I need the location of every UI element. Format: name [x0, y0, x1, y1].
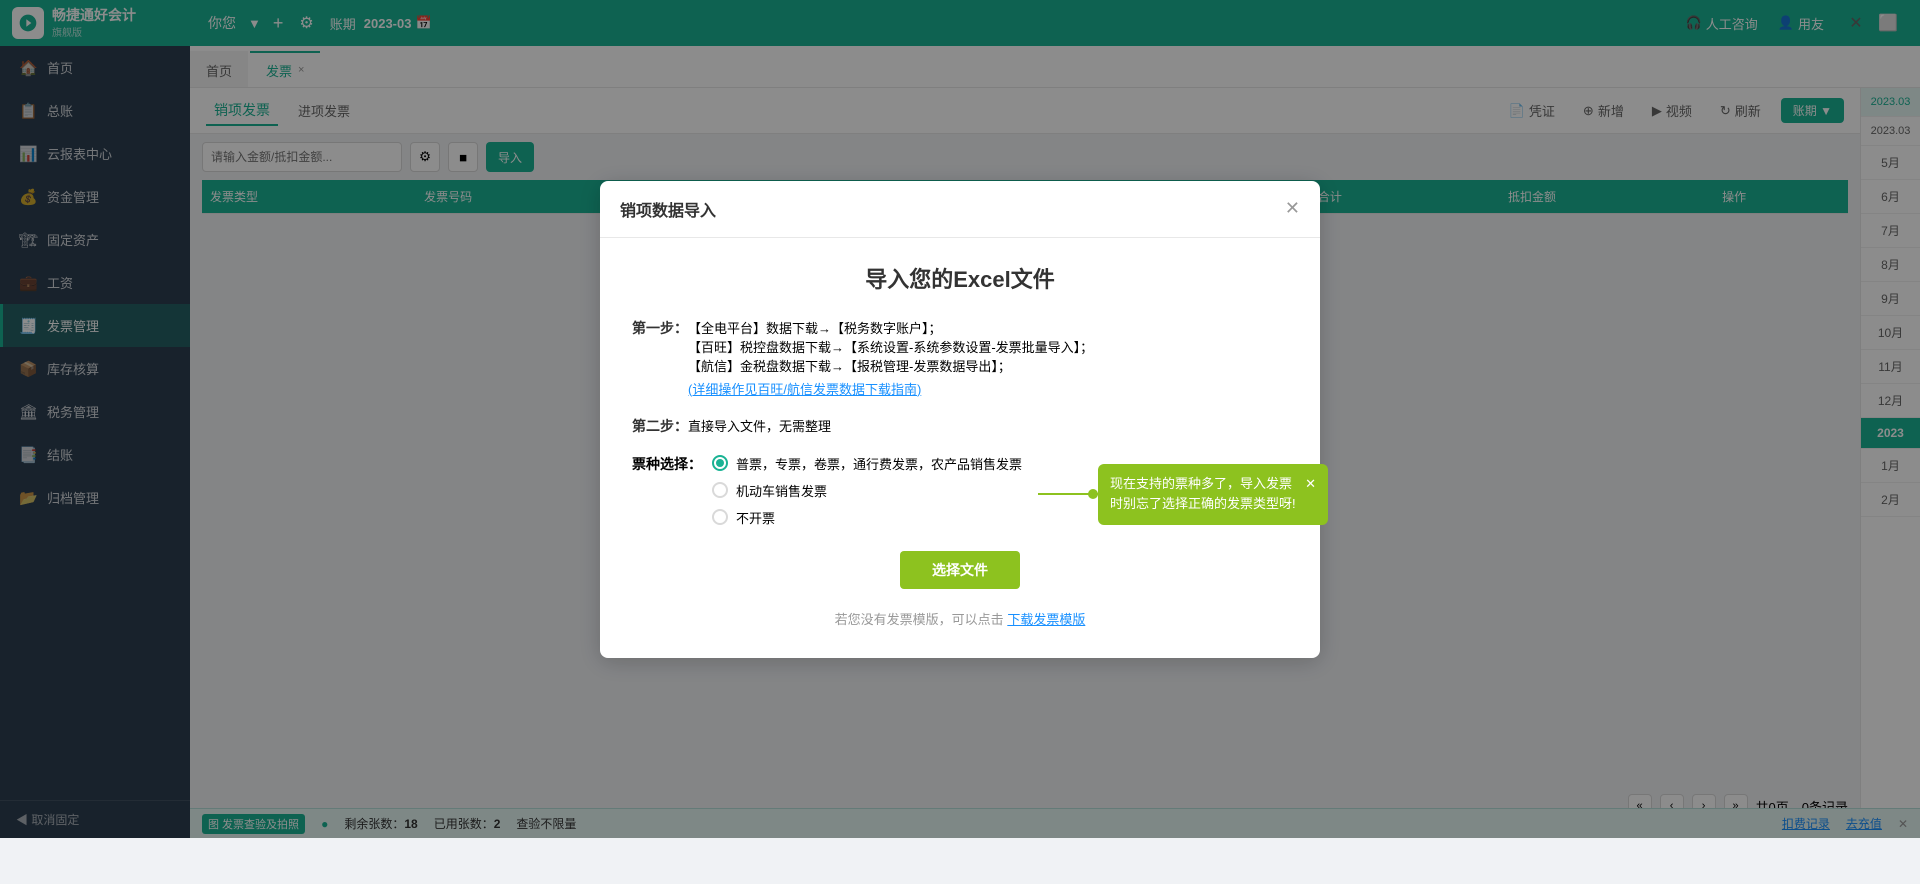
modal-overlay: 销项数据导入 ✕ 导入您的Excel文件 第一步： 【全电平台】数据下载→【税务…	[0, 0, 1920, 838]
modal-main-title: 导入您的Excel文件	[632, 262, 1288, 294]
step1-row: 第一步： 【全电平台】数据下载→【税务数字账户】； 【百旺】税控盘数据下载→【系…	[632, 318, 1288, 398]
tooltip-line	[1038, 493, 1098, 495]
step1-content: 【全电平台】数据下载→【税务数字账户】； 【百旺】税控盘数据下载→【系统设置-系…	[688, 318, 1093, 398]
radio-3-circle	[712, 509, 728, 525]
radio-option-1[interactable]: 普票，专票，卷票，通行费发票，农产品销售发票	[712, 454, 1022, 473]
footer-note-text: 若您没有发票模版，可以点击	[835, 612, 1004, 627]
step1-block: 第一步： 【全电平台】数据下载→【税务数字账户】； 【百旺】税控盘数据下载→【系…	[632, 318, 1288, 398]
modal-close-btn[interactable]: ✕	[1285, 198, 1300, 219]
tooltip-close-btn[interactable]: ✕	[1305, 474, 1316, 495]
step1-label: 第一步：	[632, 318, 688, 398]
download-guide-link[interactable]: (详细操作见百旺/航信发票数据下载指南)	[688, 382, 921, 397]
radio-2-circle	[712, 482, 728, 498]
modal-body: 导入您的Excel文件 第一步： 【全电平台】数据下载→【税务数字账户】； 【百…	[600, 238, 1320, 658]
step1-line2: 【百旺】税控盘数据下载→【系统设置-系统参数设置-发票批量导入】；	[688, 337, 1093, 356]
step1-line1: 【全电平台】数据下载→【税务数字账户】；	[688, 318, 1093, 337]
ticket-options: 普票，专票，卷票，通行费发票，农产品销售发票 机动车销售发票 不开票	[712, 454, 1022, 527]
radio-1-label: 普票，专票，卷票，通行费发票，农产品销售发票	[736, 454, 1022, 473]
radio-3-label: 不开票	[736, 508, 775, 527]
radio-2-label: 机动车销售发票	[736, 481, 827, 500]
step2-block: 第二步： 直接导入文件，无需整理	[632, 416, 1288, 436]
import-modal: 销项数据导入 ✕ 导入您的Excel文件 第一步： 【全电平台】数据下载→【税务…	[600, 181, 1320, 658]
modal-title: 销项数据导入	[620, 197, 716, 221]
select-file-btn[interactable]: 选择文件	[900, 551, 1020, 589]
tooltip-container: ✕ 现在支持的票种多了，导入发票时别忘了选择正确的发票类型呀!	[1038, 464, 1328, 526]
step1-line3: 【航信】金税盘数据下载→【报税管理-发票数据导出】；	[688, 356, 1093, 375]
tooltip-bubble: ✕ 现在支持的票种多了，导入发票时别忘了选择正确的发票类型呀!	[1098, 464, 1328, 526]
tooltip-text: 现在支持的票种多了，导入发票时别忘了选择正确的发票类型呀!	[1110, 476, 1296, 512]
step2-row: 第二步： 直接导入文件，无需整理	[632, 416, 1288, 436]
radio-1-circle	[712, 455, 728, 471]
step2-label: 第二步：	[632, 416, 688, 436]
radio-option-3[interactable]: 不开票	[712, 508, 1022, 527]
modal-header: 销项数据导入 ✕	[600, 181, 1320, 238]
tooltip-dot	[1088, 489, 1098, 499]
ticket-select: 票种选择： 普票，专票，卷票，通行费发票，农产品销售发票 机动车销售发票	[632, 454, 1288, 527]
select-file-wrapper: 选择文件	[632, 551, 1288, 589]
step1-link-row: (详细操作见百旺/航信发票数据下载指南)	[688, 379, 1093, 398]
download-template-link[interactable]: 下载发票模版	[1007, 612, 1085, 627]
radio-option-2[interactable]: 机动车销售发票	[712, 481, 1022, 500]
ticket-label: 票种选择：	[632, 454, 712, 474]
step2-text: 直接导入文件，无需整理	[688, 416, 831, 436]
modal-footer-note: 若您没有发票模版，可以点击 下载发票模版	[632, 609, 1288, 628]
